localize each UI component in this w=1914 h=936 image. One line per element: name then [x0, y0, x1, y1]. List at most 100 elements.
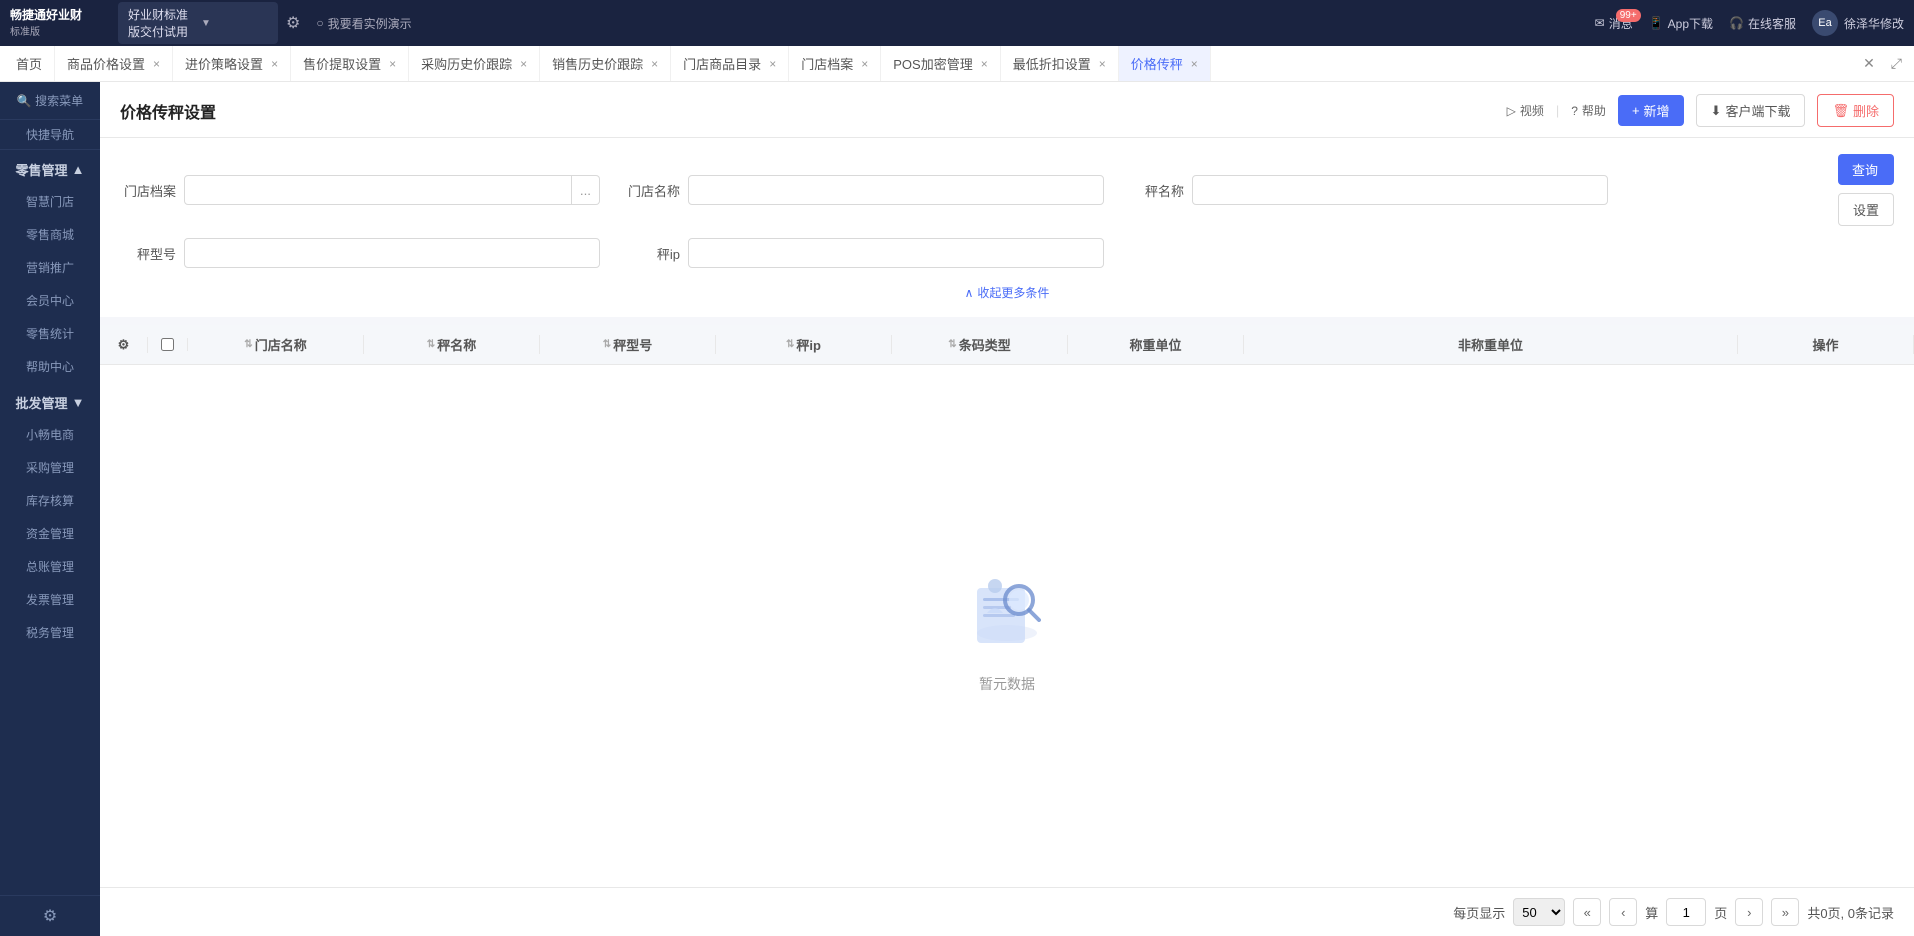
tab-min-discount[interactable]: 最低折扣设置 × [1001, 46, 1119, 82]
tab-store-archive-close[interactable]: × [861, 57, 868, 71]
sidebar-item-retail-stats[interactable]: 零售统计 [0, 317, 100, 350]
sidebar-quick-nav[interactable]: 快捷导航 [0, 120, 100, 150]
sidebar-item-finance[interactable]: 资金管理 [0, 517, 100, 550]
store-archive-popup-button[interactable]: ... [572, 175, 600, 205]
version-settings-icon[interactable]: ⚙ [286, 13, 300, 33]
sidebar-smart-store-label: 智慧门店 [26, 195, 74, 209]
sidebar-marketing-label: 营销推广 [26, 261, 74, 275]
sidebar-wholesale-label: 批发管理 [16, 393, 68, 412]
retail-expand-icon: ▲ [72, 162, 85, 177]
tab-home[interactable]: 首页 [4, 46, 55, 82]
download-client-button[interactable]: ⬇ 客户端下载 [1696, 94, 1806, 127]
sidebar-search[interactable]: 🔍 搜索菜单 [0, 82, 100, 120]
th-nonweight-unit-label: 非称重单位 [1458, 335, 1523, 354]
sidebar-item-ecommerce[interactable]: 小畅电商 [0, 418, 100, 451]
th-checkbox[interactable] [148, 338, 188, 351]
scale-ip-input[interactable] [688, 238, 1104, 268]
sidebar-item-inventory[interactable]: 库存核算 [0, 484, 100, 517]
page-number-input[interactable] [1666, 898, 1706, 926]
sidebar-bottom: ⚙ [0, 895, 100, 936]
tab-store-archive[interactable]: 门店档案 × [789, 46, 881, 82]
sidebar-gear-icon[interactable]: ⚙ [43, 906, 57, 926]
next-page-button[interactable]: › [1735, 898, 1763, 926]
app-download-button[interactable]: 📱 App下载 [1649, 15, 1713, 32]
tab-purchase-strategy[interactable]: 进价策略设置 × [173, 46, 291, 82]
tab-sale-extract-close[interactable]: × [389, 57, 396, 71]
add-button[interactable]: + 新增 [1618, 95, 1684, 126]
logo-subtitle: 标准版 [10, 23, 110, 38]
sidebar-item-retail-mall[interactable]: 零售商城 [0, 218, 100, 251]
tab-product-price[interactable]: 商品价格设置 × [55, 46, 173, 82]
tab-price-scale-close[interactable]: × [1191, 57, 1198, 71]
page-title: 价格传秤设置 [120, 99, 216, 123]
pagination: 每页显示 20 50 100 « ‹ 算 页 › » 共0页, 0条记录 [100, 887, 1914, 936]
th-scale-name: ⇅ 秤名称 [364, 335, 540, 354]
sidebar-inventory-label: 库存核算 [26, 494, 74, 508]
tab-pos[interactable]: POS加密管理 × [881, 46, 1000, 82]
sidebar-item-tax[interactable]: 税务管理 [0, 616, 100, 649]
collapse-button[interactable]: ∧ 收起更多条件 [120, 280, 1894, 309]
store-name-input[interactable] [688, 175, 1104, 205]
sidebar-item-help-center[interactable]: 帮助中心 [0, 350, 100, 383]
tab-store-catalog-close[interactable]: × [769, 57, 776, 71]
last-page-button[interactable]: » [1771, 898, 1799, 926]
download-label: 客户端下载 [1725, 101, 1790, 120]
scale-name-input[interactable] [1192, 175, 1608, 205]
tab-sale-history[interactable]: 销售历史价跟踪 × [540, 46, 671, 82]
user-area[interactable]: Ea 徐泽华修改 [1812, 10, 1904, 36]
prev-page-button[interactable]: ‹ [1609, 898, 1637, 926]
scale-model-field: 秤型号 [120, 238, 600, 268]
tab-sale-extract-label: 售价提取设置 [303, 54, 381, 73]
tab-product-price-close[interactable]: × [153, 57, 160, 71]
th-scale-ip-label: 秤ip [796, 335, 821, 354]
sidebar-item-member-center[interactable]: 会员中心 [0, 284, 100, 317]
sidebar-item-retail-management[interactable]: 零售管理 ▲ [0, 150, 100, 185]
th-nonweight-unit: 非称重单位 [1244, 335, 1738, 354]
tab-price-scale[interactable]: 价格传秤 × [1119, 46, 1211, 82]
message-button[interactable]: ✉ 消息 99+ [1595, 15, 1633, 32]
select-all-checkbox[interactable] [161, 338, 174, 351]
app-download-icon: 📱 [1649, 16, 1664, 30]
sidebar-item-invoice[interactable]: 发票管理 [0, 583, 100, 616]
sidebar-item-purchase[interactable]: 采购管理 [0, 451, 100, 484]
help-link[interactable]: ? 帮助 [1571, 102, 1606, 119]
version-selector[interactable]: 好业财标准版交付试用 ▼ [118, 2, 278, 44]
tab-sale-extract[interactable]: 售价提取设置 × [291, 46, 409, 82]
scale-name-field: 秤名称 [1128, 175, 1608, 205]
tab-min-discount-close[interactable]: × [1099, 57, 1106, 71]
sidebar-item-general-ledger[interactable]: 总账管理 [0, 550, 100, 583]
scale-model-input[interactable] [184, 238, 600, 268]
add-icon: + [1632, 103, 1640, 118]
message-badge: 99+ [1616, 9, 1641, 22]
store-archive-input[interactable] [184, 175, 572, 205]
tab-store-catalog[interactable]: 门店商品目录 × [671, 46, 789, 82]
tab-purchase-strategy-close[interactable]: × [271, 57, 278, 71]
tab-maximize[interactable]: ⤢ [1883, 51, 1910, 76]
demo-link[interactable]: ○ 我要看实例演示 [316, 15, 411, 32]
settings-button[interactable]: 设置 [1838, 193, 1894, 226]
first-page-button[interactable]: « [1573, 898, 1601, 926]
page-prefix-label: 算 [1645, 903, 1658, 922]
sidebar-item-smart-store[interactable]: 智慧门店 [0, 185, 100, 218]
video-icon: ▷ [1507, 104, 1516, 118]
video-link[interactable]: ▷ 视频 [1507, 102, 1544, 119]
th-store-name: ⇅ 门店名称 [188, 335, 364, 354]
online-service-button[interactable]: 🎧 在线客服 [1729, 15, 1796, 32]
message-icon: ✉ [1595, 16, 1605, 30]
sidebar-item-wholesale[interactable]: 批发管理 ▼ [0, 383, 100, 418]
scale-ip-label: 秤ip [624, 244, 680, 263]
th-settings[interactable]: ⚙ [100, 337, 148, 353]
content-area: 价格传秤设置 ▷ 视频 | ? 帮助 + 新增 ⬇ 客户端下载 [100, 82, 1914, 936]
tab-purchase-history[interactable]: 采购历史价跟踪 × [409, 46, 540, 82]
tab-pos-close[interactable]: × [981, 57, 988, 71]
tab-purchase-history-close[interactable]: × [520, 57, 527, 71]
tab-purchase-history-label: 采购历史价跟踪 [421, 54, 512, 73]
sidebar-item-marketing[interactable]: 营销推广 [0, 251, 100, 284]
tab-close-current[interactable]: ✕ [1855, 51, 1883, 76]
sidebar-quick-nav-label: 快捷导航 [26, 128, 74, 142]
tab-sale-history-close[interactable]: × [651, 57, 658, 71]
tab-store-catalog-label: 门店商品目录 [683, 54, 761, 73]
delete-button[interactable]: 🗑 删除 [1817, 94, 1894, 127]
query-button[interactable]: 查询 [1838, 154, 1894, 185]
page-size-select[interactable]: 20 50 100 [1513, 898, 1565, 926]
